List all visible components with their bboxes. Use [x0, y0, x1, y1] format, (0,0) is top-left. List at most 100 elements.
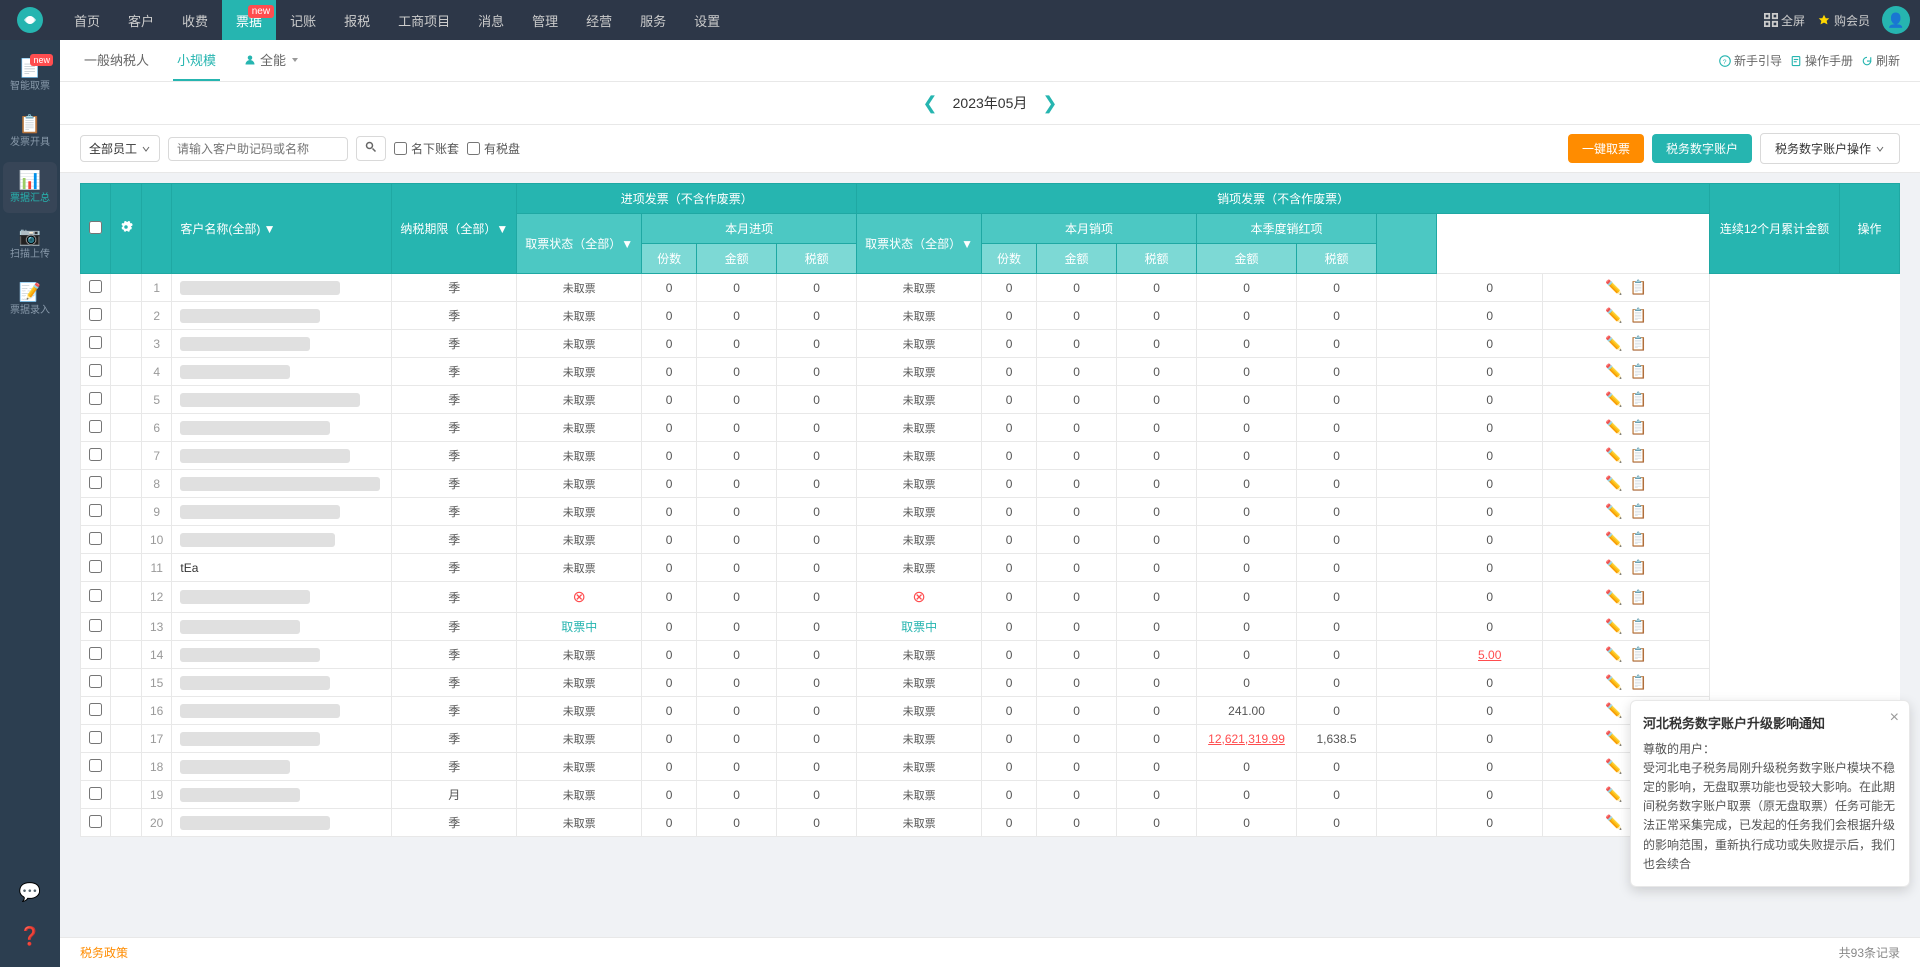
nav-tickets[interactable]: 票据 new: [222, 0, 276, 40]
edit-btn[interactable]: ✏️: [1605, 646, 1622, 662]
fullscreen-btn[interactable]: 全屏: [1764, 12, 1805, 29]
edit-btn[interactable]: ✏️: [1605, 758, 1622, 774]
sidebar-help[interactable]: ❓: [3, 918, 57, 957]
vip-btn[interactable]: 购会员: [1817, 12, 1870, 29]
edit-btn[interactable]: ✏️: [1605, 618, 1622, 634]
copy-btn[interactable]: 📋: [1630, 307, 1647, 323]
copy-btn[interactable]: 📋: [1630, 391, 1647, 407]
nav-home[interactable]: 首页: [60, 0, 114, 40]
nav-service[interactable]: 服务: [626, 0, 680, 40]
edit-btn[interactable]: ✏️: [1605, 363, 1622, 379]
copy-btn[interactable]: 📋: [1630, 279, 1647, 295]
period-next-btn[interactable]: ❯: [1042, 93, 1057, 114]
nav-accounting[interactable]: 记账: [276, 0, 330, 40]
row-checkbox[interactable]: [89, 787, 102, 800]
edit-btn[interactable]: ✏️: [1605, 786, 1622, 802]
one-click-ticket-btn[interactable]: 一键取票: [1568, 134, 1644, 163]
copy-btn[interactable]: 📋: [1630, 335, 1647, 351]
row-checkbox[interactable]: [89, 448, 102, 461]
row-checkbox[interactable]: [89, 364, 102, 377]
sidebar-item-ticket-summary[interactable]: 📊 票据汇总: [3, 162, 57, 213]
tax-digital-account-btn[interactable]: 税务数字账户: [1652, 134, 1752, 163]
edit-btn[interactable]: ✏️: [1605, 307, 1622, 323]
new-guide-btn[interactable]: ? 新手引导: [1719, 52, 1782, 69]
edit-btn[interactable]: ✏️: [1605, 531, 1622, 547]
edit-btn[interactable]: ✏️: [1605, 559, 1622, 575]
sidebar-item-ticket-entry[interactable]: 📝 票据录入: [3, 274, 57, 325]
row-checkbox[interactable]: [89, 308, 102, 321]
user-avatar[interactable]: 👤: [1882, 6, 1910, 34]
row-checkbox[interactable]: [89, 476, 102, 489]
edit-btn[interactable]: ✏️: [1605, 447, 1622, 463]
row-checkbox[interactable]: [89, 589, 102, 602]
sidebar-item-scan-upload[interactable]: 📷 扫描上传: [3, 218, 57, 269]
logo[interactable]: [10, 0, 50, 40]
tab-general-taxpayer[interactable]: 一般纳税人: [80, 40, 153, 81]
sidebar-item-smart-ticket[interactable]: new 📄 智能取票: [3, 50, 57, 101]
customer-search-input[interactable]: [168, 137, 348, 161]
edit-btn[interactable]: ✏️: [1605, 814, 1622, 830]
edit-btn[interactable]: ✏️: [1605, 589, 1622, 605]
th-tax-period[interactable]: 纳税期限（全部）▼: [392, 184, 517, 274]
nav-manage[interactable]: 管理: [518, 0, 572, 40]
row-checkbox[interactable]: [89, 392, 102, 405]
row-checkbox[interactable]: [89, 731, 102, 744]
refresh-btn[interactable]: 刷新: [1861, 52, 1900, 69]
tab-all-capable[interactable]: 全能: [240, 40, 304, 81]
edit-btn[interactable]: ✏️: [1605, 419, 1622, 435]
row-checkbox[interactable]: [89, 504, 102, 517]
edit-btn[interactable]: ✏️: [1605, 391, 1622, 407]
search-button[interactable]: [356, 136, 386, 161]
copy-btn[interactable]: 📋: [1630, 531, 1647, 547]
row-checkbox[interactable]: [89, 420, 102, 433]
row-checkbox[interactable]: [89, 619, 102, 632]
row-checkbox[interactable]: [89, 336, 102, 349]
copy-btn[interactable]: 📋: [1630, 618, 1647, 634]
tax-digital-account-op-btn[interactable]: 税务数字账户操作: [1760, 133, 1900, 164]
edit-btn[interactable]: ✏️: [1605, 730, 1622, 746]
manual-btn[interactable]: 操作手册: [1790, 52, 1853, 69]
th-income-status[interactable]: 取票状态（全部）▼: [517, 214, 642, 274]
row-checkbox[interactable]: [89, 280, 102, 293]
popup-close-btn[interactable]: ×: [1890, 709, 1899, 727]
th-customer-name[interactable]: 客户名称(全部) ▼: [172, 184, 392, 274]
has-tax-disk-checkbox[interactable]: 有税盘: [467, 140, 520, 157]
copy-btn[interactable]: 📋: [1630, 447, 1647, 463]
nav-customer[interactable]: 客户: [114, 0, 168, 40]
nav-business[interactable]: 工商项目: [384, 0, 464, 40]
row-checkbox[interactable]: [89, 532, 102, 545]
row-checkbox[interactable]: [89, 560, 102, 573]
edit-btn[interactable]: ✏️: [1605, 503, 1622, 519]
copy-btn[interactable]: 📋: [1630, 503, 1647, 519]
select-all-checkbox[interactable]: [89, 221, 102, 234]
nav-operation[interactable]: 经营: [572, 0, 626, 40]
sidebar-message[interactable]: 💬: [3, 874, 57, 913]
edit-btn[interactable]: ✏️: [1605, 674, 1622, 690]
th-sales-status[interactable]: 取票状态（全部）▼: [857, 214, 982, 274]
sidebar-item-invoice-open[interactable]: 📋 发票开具: [3, 106, 57, 157]
edit-btn[interactable]: ✏️: [1605, 475, 1622, 491]
edit-btn[interactable]: ✏️: [1605, 279, 1622, 295]
subordinate-accounts-checkbox[interactable]: 名下账套: [394, 140, 459, 157]
nav-tax[interactable]: 报税: [330, 0, 384, 40]
copy-btn[interactable]: 📋: [1630, 559, 1647, 575]
row-checkbox[interactable]: [89, 675, 102, 688]
row-checkbox[interactable]: [89, 815, 102, 828]
return-amount-highlight[interactable]: 12,621,319.99: [1208, 732, 1285, 746]
tab-small-scale[interactable]: 小规模: [173, 40, 220, 81]
row-checkbox[interactable]: [89, 703, 102, 716]
copy-btn[interactable]: 📋: [1630, 475, 1647, 491]
edit-btn[interactable]: ✏️: [1605, 702, 1622, 718]
tax-policy-link[interactable]: 税务政策: [80, 944, 128, 961]
consecutive-value-highlight[interactable]: 5.00: [1478, 648, 1501, 662]
nav-settings[interactable]: 设置: [680, 0, 734, 40]
nav-billing[interactable]: 收费: [168, 0, 222, 40]
copy-btn[interactable]: 📋: [1630, 419, 1647, 435]
copy-btn[interactable]: 📋: [1630, 674, 1647, 690]
employee-select[interactable]: 全部员工: [80, 135, 160, 162]
row-checkbox[interactable]: [89, 647, 102, 660]
edit-btn[interactable]: ✏️: [1605, 335, 1622, 351]
copy-btn[interactable]: 📋: [1630, 363, 1647, 379]
copy-btn[interactable]: 📋: [1630, 646, 1647, 662]
period-prev-btn[interactable]: ❮: [923, 93, 938, 114]
